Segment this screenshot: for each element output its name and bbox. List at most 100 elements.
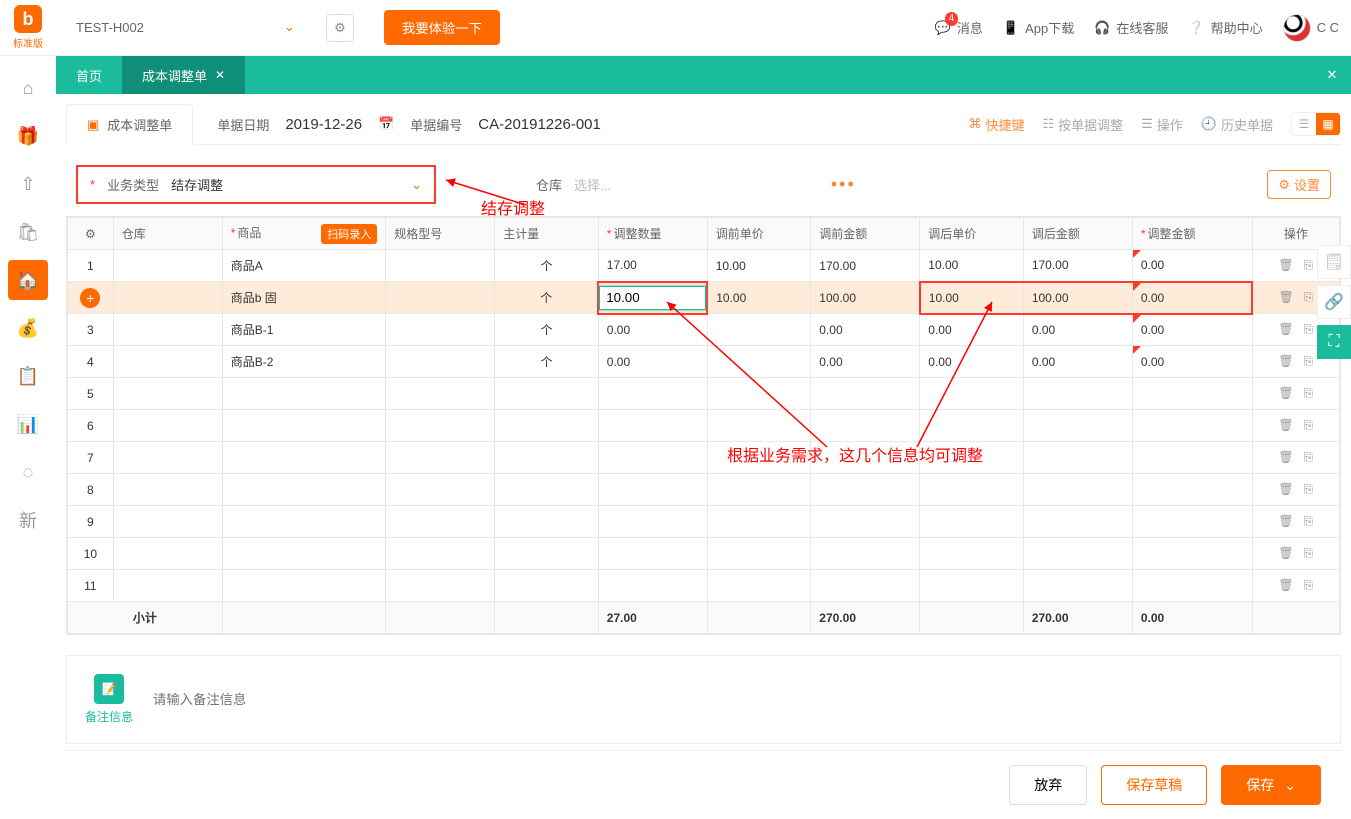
delete-icon[interactable]: 🗑 bbox=[1278, 450, 1293, 465]
nav-gift-icon[interactable]: 🎁 bbox=[8, 116, 48, 156]
nav-clipboard-icon[interactable]: 📋 bbox=[8, 356, 48, 396]
rail-note-icon[interactable]: 🗒 bbox=[1317, 245, 1351, 279]
bydoc-button[interactable]: ☷ 按单据调整 bbox=[1042, 115, 1123, 134]
table-row[interactable]: 6🗑⎘ bbox=[68, 410, 1340, 442]
phone-icon: 📱 bbox=[1003, 20, 1019, 36]
try-button[interactable]: 我要体验一下 bbox=[384, 10, 500, 45]
copy-icon[interactable]: ⎘ bbox=[1304, 578, 1314, 593]
calendar-icon[interactable]: 📅 bbox=[378, 116, 394, 132]
copy-icon[interactable]: ⎘ bbox=[1304, 290, 1314, 305]
tab-home[interactable]: 首页 bbox=[56, 56, 122, 94]
copy-icon[interactable]: ⎘ bbox=[1304, 482, 1314, 497]
table-row[interactable]: +商品b 固个10.00100.0010.00100.000.00🗑⎘ bbox=[68, 282, 1340, 314]
col-post-price[interactable]: 调后单价 bbox=[920, 218, 1024, 250]
business-type-select[interactable]: * 业务类型 结存调整 ⌄ bbox=[76, 165, 436, 204]
delete-icon[interactable]: 🗑 bbox=[1279, 290, 1294, 305]
delete-icon[interactable]: 🗑 bbox=[1278, 546, 1293, 561]
view-list-icon[interactable]: ☰ bbox=[1292, 113, 1316, 135]
copy-icon[interactable]: ⎘ bbox=[1304, 258, 1314, 273]
delete-icon[interactable]: 🗑 bbox=[1278, 578, 1293, 593]
col-pre-price[interactable]: 调前单价 bbox=[707, 218, 811, 250]
save-button[interactable]: 保存⌄ bbox=[1221, 765, 1321, 805]
col-settings-icon[interactable]: ⚙ bbox=[68, 218, 114, 250]
logo-text: 标准版 bbox=[13, 35, 43, 50]
settings-button[interactable]: ⚙ 设置 bbox=[1267, 170, 1331, 199]
table-row[interactable]: 9🗑⎘ bbox=[68, 506, 1340, 538]
table-row[interactable]: 10🗑⎘ bbox=[68, 538, 1340, 570]
nav-warehouse-icon[interactable]: 🏠 bbox=[8, 260, 48, 300]
table-row[interactable]: 8🗑⎘ bbox=[68, 474, 1340, 506]
chevron-down-icon: ⌄ bbox=[284, 19, 295, 35]
table-row[interactable]: 1商品A个17.0010.00170.0010.00170.000.00🗑⎘ bbox=[68, 250, 1340, 282]
org-settings-button[interactable]: ⚙ bbox=[326, 14, 354, 42]
tab-cost-adjust[interactable]: 成本调整单 ✕ bbox=[122, 56, 245, 94]
delete-icon[interactable]: 🗑 bbox=[1278, 258, 1293, 273]
delete-icon[interactable]: 🗑 bbox=[1278, 514, 1293, 529]
discard-button[interactable]: 放弃 bbox=[1009, 765, 1087, 805]
view-grid-icon[interactable]: ▦ bbox=[1316, 113, 1340, 135]
org-name: TEST-H002 bbox=[76, 20, 144, 35]
remarks-input[interactable] bbox=[153, 692, 1322, 707]
org-select[interactable]: TEST-H002 ⌄ bbox=[76, 19, 316, 36]
subtotal-row: 小计 27.00 270.00 270.00 0.00 bbox=[68, 602, 1340, 634]
doc-tab[interactable]: ▣ 成本调整单 bbox=[66, 104, 193, 145]
tabs-close-all-button[interactable]: ✕ bbox=[1313, 56, 1351, 94]
date-value[interactable]: 2019-12-26 bbox=[285, 116, 362, 133]
col-spec[interactable]: 规格型号 bbox=[386, 218, 495, 250]
col-post-amt[interactable]: 调后金额 bbox=[1023, 218, 1132, 250]
history-button[interactable]: 🕘 历史单据 bbox=[1201, 115, 1273, 134]
col-warehouse[interactable]: 仓库 bbox=[113, 218, 222, 250]
copy-icon[interactable]: ⎘ bbox=[1304, 450, 1314, 465]
save-draft-button[interactable]: 保存草稿 bbox=[1101, 765, 1207, 805]
delete-icon[interactable]: 🗑 bbox=[1278, 322, 1293, 337]
help-button[interactable]: ❔ 帮助中心 bbox=[1188, 18, 1262, 37]
table-row[interactable]: 7🗑⎘ bbox=[68, 442, 1340, 474]
copy-icon[interactable]: ⎘ bbox=[1304, 418, 1314, 433]
user-menu[interactable]: C C bbox=[1283, 14, 1339, 42]
messages-button[interactable]: 💬 消息 4 bbox=[935, 18, 983, 37]
notes-icon: 📝 bbox=[94, 674, 124, 704]
nav-bag-icon[interactable]: 🛍 bbox=[8, 212, 48, 252]
scan-button[interactable]: 扫码录入 bbox=[321, 224, 377, 244]
delete-icon[interactable]: 🗑 bbox=[1278, 482, 1293, 497]
table-row[interactable]: 4商品B-2个0.000.000.000.000.00🗑⎘ bbox=[68, 346, 1340, 378]
delete-icon[interactable]: 🗑 bbox=[1278, 354, 1293, 369]
remarks-section: 📝 备注信息 bbox=[66, 655, 1341, 744]
col-unit[interactable]: 主计量 bbox=[495, 218, 599, 250]
rail-expand-icon[interactable]: ⛶ bbox=[1317, 325, 1351, 359]
customer-service-button[interactable]: 🎧 在线客服 bbox=[1094, 18, 1168, 37]
logo-icon: b bbox=[14, 5, 42, 33]
nav-money-icon[interactable]: 💰 bbox=[8, 308, 48, 348]
copy-icon[interactable]: ⎘ bbox=[1304, 322, 1314, 337]
table-row[interactable]: 5🗑⎘ bbox=[68, 378, 1340, 410]
delete-icon[interactable]: 🗑 bbox=[1278, 386, 1293, 401]
more-icon[interactable]: ••• bbox=[831, 174, 856, 195]
nav-report-icon[interactable]: 📊 bbox=[8, 404, 48, 444]
data-table: ⚙ 仓库 *商品扫码录入 规格型号 主计量 *调整数量 调前单价 调前金额 调后… bbox=[66, 216, 1341, 635]
tab-close-icon[interactable]: ✕ bbox=[215, 68, 225, 82]
nav-sync-icon[interactable]: ◌ bbox=[8, 452, 48, 492]
add-row-icon[interactable]: + bbox=[80, 288, 100, 308]
col-pre-amt[interactable]: 调前金额 bbox=[811, 218, 920, 250]
message-badge: 4 bbox=[945, 12, 959, 26]
table-row[interactable]: 11🗑⎘ bbox=[68, 570, 1340, 602]
operations-button[interactable]: ☰ 操作 bbox=[1141, 115, 1183, 134]
copy-icon[interactable]: ⎘ bbox=[1304, 354, 1314, 369]
col-product[interactable]: *商品扫码录入 bbox=[222, 218, 385, 250]
nav-new-icon[interactable]: 新 bbox=[8, 500, 48, 540]
copy-icon[interactable]: ⎘ bbox=[1304, 386, 1314, 401]
view-toggle[interactable]: ☰ ▦ bbox=[1291, 112, 1341, 136]
app-download-button[interactable]: 📱 App下载 bbox=[1003, 18, 1074, 37]
col-adj-amt[interactable]: *调整金额 bbox=[1132, 218, 1252, 250]
nav-home-icon[interactable]: ⌂ bbox=[8, 68, 48, 108]
col-qty[interactable]: *调整数量 bbox=[598, 218, 707, 250]
nav-up-icon[interactable]: ⇧ bbox=[8, 164, 48, 204]
qty-input[interactable] bbox=[599, 286, 706, 310]
warehouse-select[interactable]: 仓库 选择... bbox=[536, 175, 611, 194]
rail-link-icon[interactable]: 🔗 bbox=[1317, 285, 1351, 319]
copy-icon[interactable]: ⎘ bbox=[1304, 514, 1314, 529]
shortcut-button[interactable]: ⌘ 快捷键 bbox=[968, 115, 1024, 134]
table-row[interactable]: 3商品B-1个0.000.000.000.000.00🗑⎘ bbox=[68, 314, 1340, 346]
copy-icon[interactable]: ⎘ bbox=[1304, 546, 1314, 561]
delete-icon[interactable]: 🗑 bbox=[1278, 418, 1293, 433]
